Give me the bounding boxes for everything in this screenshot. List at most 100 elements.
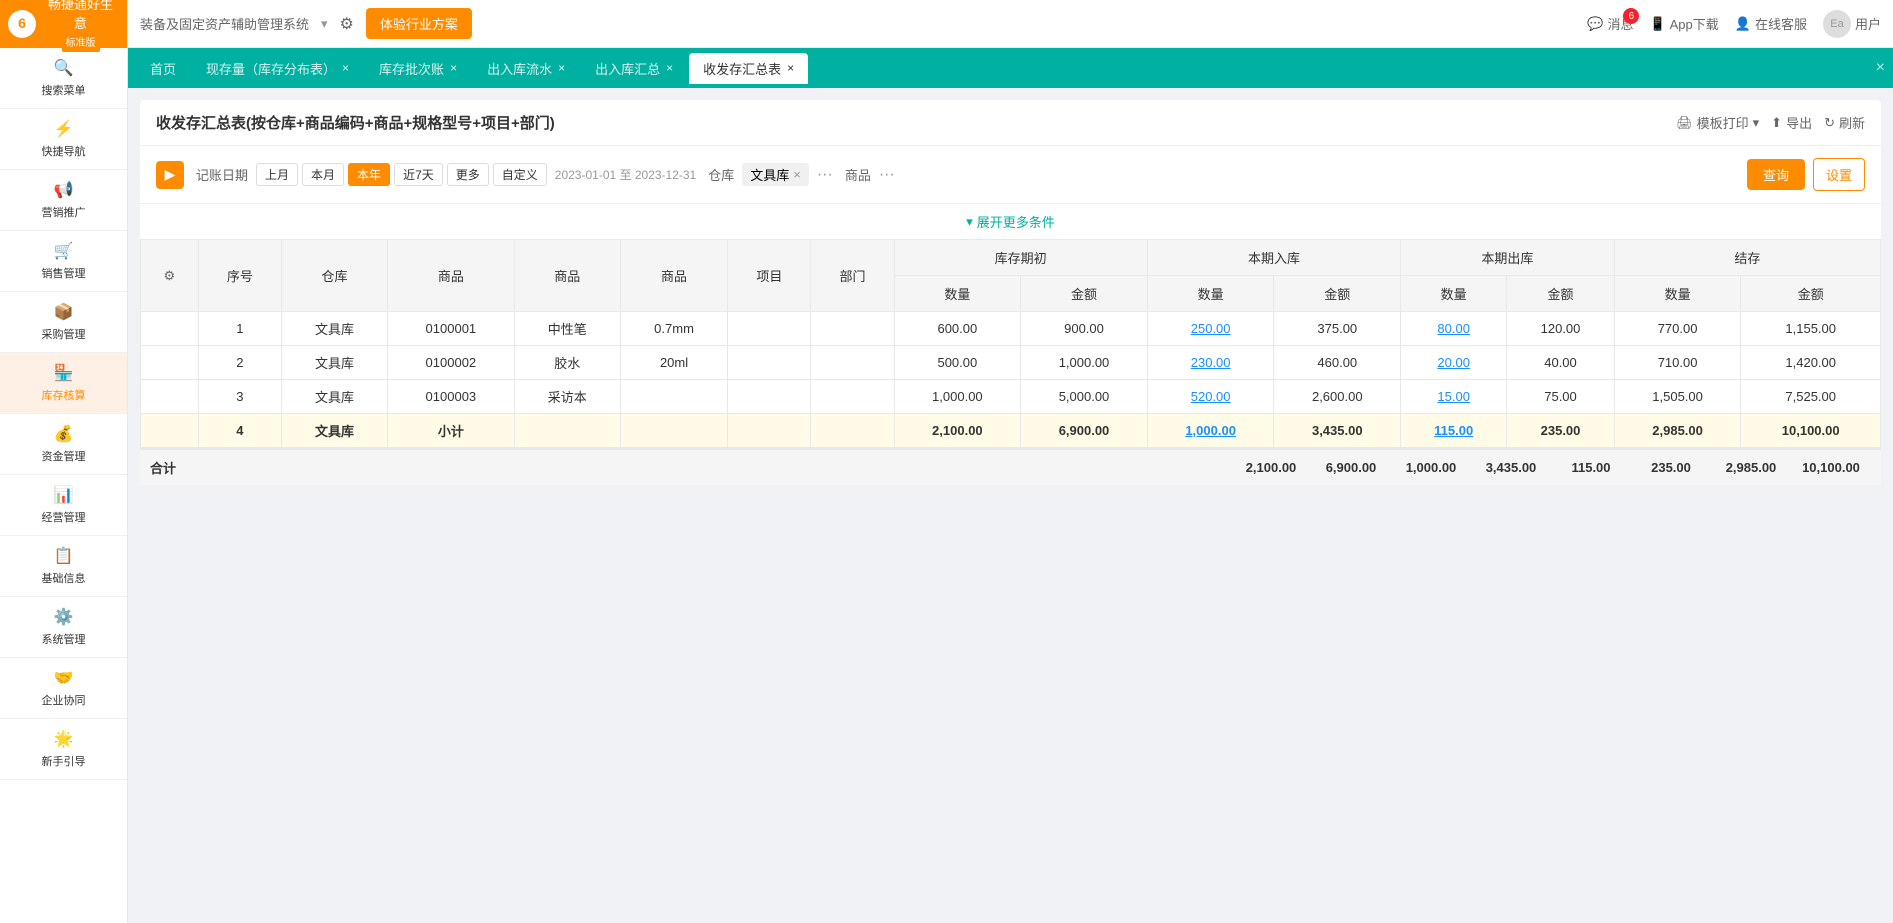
row3-out-qty[interactable]: 15.00 (1401, 380, 1507, 414)
tab-bar-close[interactable]: × (1876, 59, 1885, 77)
table-row: 2 文具库 0100002 胶水 20ml 500.00 1,000.00 23… (141, 346, 1881, 380)
sidebar-item-base[interactable]: 📋 基础信息 (0, 536, 127, 597)
sidebar-item-search[interactable]: 🔍 搜索菜单 (0, 48, 127, 109)
subtotal-row: 4 文具库 小计 2,100.00 6,900.00 1,000.00 3,43… (141, 414, 1881, 448)
print-button[interactable]: 🖨 模板打印 ▾ (1676, 113, 1759, 132)
row3-product-spec (620, 380, 727, 414)
row2-in-qty[interactable]: 230.00 (1147, 346, 1274, 380)
app-icon: 📱 (1649, 16, 1665, 32)
row3-in-qty[interactable]: 520.00 (1147, 380, 1274, 414)
table-footer: 合计 2,100.00 6,900.00 1,000.00 3,435.00 1… (140, 448, 1881, 485)
tab-home[interactable]: 首页 (136, 53, 190, 84)
warehouse-more-button[interactable]: ··· (817, 166, 833, 184)
date-cur-month[interactable]: 本月 (302, 163, 344, 186)
row1-out-qty[interactable]: 80.00 (1401, 312, 1507, 346)
export-button[interactable]: ⬆ 导出 (1771, 113, 1812, 132)
subtotal-col4 (514, 414, 620, 448)
sidebar-item-guide[interactable]: 🌟 新手引导 (0, 719, 127, 780)
row3-in-amt: 2,600.00 (1274, 380, 1401, 414)
date-prev-month[interactable]: 上月 (256, 163, 298, 186)
subtotal-label: 小计 (388, 414, 515, 448)
tab-stock-dist-close[interactable]: × (342, 61, 349, 75)
th-settings[interactable]: ⚙ (141, 240, 199, 312)
th-department: 部门 (811, 240, 894, 312)
date-custom[interactable]: 自定义 (493, 163, 547, 186)
date-more[interactable]: 更多 (447, 163, 489, 186)
warehouse-tag[interactable]: 文具库 × (742, 163, 809, 186)
refresh-button[interactable]: ↻ 刷新 (1824, 113, 1865, 132)
sidebar-item-system[interactable]: ⚙️ 系统管理 (0, 597, 127, 658)
header-right: 💬 6 消息 📱 App下载 👤 在线客服 Ea 用户 (1587, 10, 1881, 38)
app-download-action[interactable]: 📱 App下载 (1649, 14, 1718, 33)
message-action[interactable]: 💬 6 消息 (1587, 14, 1633, 33)
base-icon: 📋 (54, 546, 74, 566)
th-project: 项目 (728, 240, 811, 312)
total-open-qty: 2,100.00 (1231, 460, 1311, 475)
sidebar-item-sales[interactable]: 🛒 销售管理 (0, 231, 127, 292)
row1-in-qty[interactable]: 250.00 (1147, 312, 1274, 346)
tab-flow-label: 出入库流水 (487, 59, 552, 78)
date-7days[interactable]: 近7天 (394, 163, 443, 186)
tab-batch[interactable]: 库存批次账 × (365, 53, 471, 84)
tab-stock-dist[interactable]: 现存量（库存分布表） × (192, 53, 363, 84)
inventory-icon: 🏪 (54, 363, 74, 383)
th-product-name: 商品 (514, 240, 620, 312)
tab-flow-close[interactable]: × (558, 61, 565, 75)
row2-out-qty[interactable]: 20.00 (1401, 346, 1507, 380)
row2-num: 2 (198, 346, 281, 380)
tab-summary-close[interactable]: × (666, 61, 673, 75)
row3-out-amt: 75.00 (1507, 380, 1614, 414)
tab-batch-close[interactable]: × (450, 61, 457, 75)
trial-button[interactable]: 体验行业方案 (366, 8, 472, 39)
sidebar-item-label: 销售管理 (42, 265, 86, 281)
sidebar-nav: 🔍 搜索菜单 ⚡ 快捷导航 📢 营销推广 🛒 销售管理 📦 采购管理 🏪 库存核… (0, 48, 127, 923)
sidebar-item-inventory[interactable]: 🏪 库存核算 (0, 353, 127, 414)
th-open-qty: 数量 (894, 276, 1021, 312)
warehouse-tag-remove[interactable]: × (793, 167, 801, 182)
sidebar-item-label: 采购管理 (42, 326, 86, 342)
online-service-action[interactable]: 👤 在线客服 (1735, 14, 1807, 33)
user-action[interactable]: Ea 用户 (1823, 10, 1881, 38)
page-card: 收发存汇总表(按仓库+商品编码+商品+规格型号+项目+部门) 🖨 模板打印 ▾ … (140, 100, 1881, 485)
row3-num: 3 (198, 380, 281, 414)
tab-recv-summary[interactable]: 收发存汇总表 × (689, 53, 808, 84)
setting-button[interactable]: 设置 (1813, 158, 1865, 191)
print-chevron-icon: ▾ (1753, 115, 1760, 131)
gear-button[interactable]: ⚙ (340, 14, 354, 34)
sidebar-item-finance[interactable]: 💰 资金管理 (0, 414, 127, 475)
sidebar-item-marketing[interactable]: 📢 营销推广 (0, 170, 127, 231)
row3-department (811, 380, 894, 414)
th-in-qty: 数量 (1147, 276, 1274, 312)
th-in-group: 本期入库 (1147, 240, 1400, 276)
row1-open-amt: 900.00 (1021, 312, 1148, 346)
sidebar-item-purchase[interactable]: 📦 采购管理 (0, 292, 127, 353)
tab-recv-summary-close[interactable]: × (787, 61, 794, 75)
th-closing-group: 结存 (1614, 240, 1880, 276)
row2-product-spec: 20ml (620, 346, 727, 380)
subtotal-close-amt: 10,100.00 (1741, 414, 1881, 448)
message-icon: 💬 (1587, 16, 1603, 32)
subtotal-out-qty[interactable]: 115.00 (1401, 414, 1507, 448)
row2-product-code: 0100002 (388, 346, 515, 380)
product-more-button[interactable]: ··· (879, 166, 895, 184)
sidebar-item-operations[interactable]: 📊 经营管理 (0, 475, 127, 536)
row2-close-amt: 1,420.00 (1741, 346, 1881, 380)
expand-conditions-button[interactable]: ▾ 展开更多条件 (140, 204, 1881, 239)
row1-product-name: 中性笔 (514, 312, 620, 346)
row2-department (811, 346, 894, 380)
total-open-amt: 6,900.00 (1311, 460, 1391, 475)
query-button[interactable]: 查询 (1747, 159, 1805, 190)
tab-summary[interactable]: 出入库汇总 × (581, 53, 687, 84)
filter-toggle-button[interactable]: ▶ (156, 161, 184, 189)
row1-department (811, 312, 894, 346)
dropdown-icon[interactable]: ▾ (321, 16, 328, 32)
subtotal-col6 (728, 414, 811, 448)
subtotal-in-qty[interactable]: 1,000.00 (1147, 414, 1274, 448)
date-cur-year[interactable]: 本年 (348, 163, 390, 186)
row3-open-qty: 1,000.00 (894, 380, 1021, 414)
sidebar-item-enterprise[interactable]: 🤝 企业协同 (0, 658, 127, 719)
product-filter-label: 商品 (845, 165, 871, 184)
tab-flow[interactable]: 出入库流水 × (473, 53, 579, 84)
total-in-qty: 1,000.00 (1391, 460, 1471, 475)
sidebar-item-quick[interactable]: ⚡ 快捷导航 (0, 109, 127, 170)
